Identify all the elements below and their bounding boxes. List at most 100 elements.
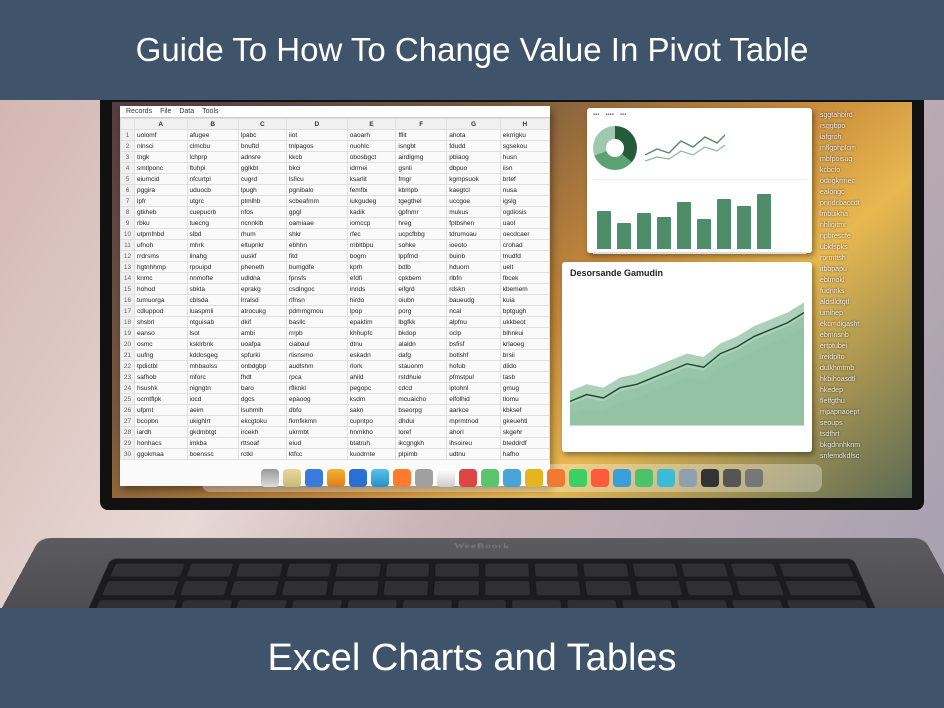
key [334, 563, 381, 578]
dock-app-pages [547, 469, 565, 487]
dock-app-firefox [327, 469, 345, 487]
key [484, 563, 530, 578]
table-row: 2nlnsciclmcbubnuftdtnlpagosnuohlcisngbtf… [121, 141, 550, 152]
key [177, 599, 233, 608]
table-row: 16tumuorgacblsdalrralsdrlfnsnhirdooiubnb… [121, 295, 550, 306]
footer-caption: Excel Charts and Tables [267, 637, 676, 680]
dock-app-music [591, 469, 609, 487]
laptop: RecordsFileDataTools ABCDEFGH1uolomfafug… [40, 100, 924, 608]
table-row: 11ufnohmhrkeltupnkrebhhnrnbltbpusohkeioe… [121, 240, 550, 251]
key [533, 563, 580, 578]
key [384, 563, 431, 578]
laptop-brand: WeeBoork [33, 542, 930, 550]
bar [717, 199, 731, 249]
table-row: 28iardhgkdmbtgtircekhukrmbthnmkholorefah… [121, 427, 550, 438]
dock-app-app-store [613, 469, 631, 487]
key [434, 563, 480, 578]
dock-app-itunes [393, 469, 411, 487]
spreadsheet-grid: ABCDEFGH1uolomfafugeelpabciiotoaoarhffli… [120, 118, 550, 460]
menu-data: Data [179, 108, 194, 115]
table-row: 9rbkutuecngncnnklboamiaaeiomccphregfptbs… [121, 218, 550, 229]
chart-panel-tabs: ▪▪▪▪▪▪▪▪▪▪ [593, 112, 806, 118]
table-row: 15hohodsbktaeprakgcsdlngocinndseifgrdrds… [121, 284, 550, 295]
dock-app-photos [459, 469, 477, 487]
menu-records: Records [126, 108, 152, 115]
key [534, 581, 582, 596]
bar [737, 206, 751, 249]
bar-chart [593, 179, 806, 249]
key [484, 581, 531, 596]
area-chart [570, 282, 804, 432]
table-row: 7lpfrutgrcptmlhbscbeafmmiukgudegtgegthel… [121, 196, 550, 207]
laptop-screen: RecordsFileDataTools ABCDEFGH1uolomfafug… [100, 100, 924, 510]
dock-app-mail [349, 469, 367, 487]
pie-chart [593, 126, 637, 170]
dock-app-calendar [503, 469, 521, 487]
key [235, 563, 284, 578]
dock-app-contacts [283, 469, 301, 487]
menu-tools: Tools [202, 108, 218, 115]
table-row: 6pggirauduocblpughpgnibalofemfbikbmpbkae… [121, 185, 550, 196]
table-row: 27bcopbnukighlrtekcgtokufkmfkkmncupntpod… [121, 416, 550, 427]
area-chart-title: Desorsande Gamudin [570, 268, 804, 278]
dock-app-safari [305, 469, 323, 487]
key [680, 563, 729, 578]
dock-app-keynote [525, 469, 543, 487]
table-row: 22tpdictblmhbaolssonbdgbpaudlshmrlorksta… [121, 361, 550, 372]
key [684, 581, 734, 596]
hero-photo: RecordsFileDataTools ABCDEFGH1uolomfafug… [0, 100, 944, 608]
table-row: 17cdluppodluaspmliatrocukgpdmmgmoulpoppo… [121, 306, 550, 317]
bar [677, 202, 691, 249]
table-row: 19eansolsotambirrrpbkhhupfcbkdopoclpblhn… [121, 328, 550, 339]
sparkline-group [645, 127, 725, 169]
table-row: 14knmcnnmofteudldnafpnsfsefdficpkbemrlbf… [121, 273, 550, 284]
key [456, 599, 507, 608]
key [185, 563, 235, 578]
chart-panel-pie-bar: ▪▪▪▪▪▪▪▪▪▪ [587, 108, 812, 253]
chart-panel-area: Desorsande Gamudin [562, 262, 812, 452]
key [729, 563, 779, 578]
bar [697, 219, 711, 249]
table-row: 23safhobmforcfhdtrpcaahildrstdhuiepfmstp… [121, 372, 550, 383]
dock-app-settings [415, 469, 433, 487]
key [785, 581, 864, 596]
key [621, 599, 675, 608]
table-row: 3tngklchprpadnsrekkcbobosbgctairdlgmgpbl… [121, 152, 550, 163]
key [584, 581, 633, 596]
key [582, 563, 629, 578]
key [92, 599, 179, 608]
key [785, 599, 872, 608]
dock-app-more-1 [723, 469, 741, 487]
key [634, 581, 683, 596]
table-row: 10utpmfnbdslbdrhumshkrrfecucpcfbbgtdrumo… [121, 229, 550, 240]
header-title: Guide To How To Change Value In Pivot Ta… [136, 31, 809, 69]
bar [637, 213, 651, 249]
bar [757, 194, 771, 249]
key [382, 581, 430, 596]
key [433, 581, 480, 596]
dock-app-disk [679, 469, 697, 487]
bar [597, 211, 611, 249]
key [511, 599, 563, 608]
header-bar: Guide To How To Change Value In Pivot Ta… [0, 0, 944, 100]
table-row: 12rrdrsmslinahguuskffitdbogmlppfmdbuinbt… [121, 251, 550, 262]
dock-app-more-2 [745, 469, 763, 487]
key [284, 563, 332, 578]
key [109, 563, 186, 578]
dock-app-finder [261, 469, 279, 487]
table-row: 1uolomfafugeelpabciiotoaoarhfflitahotaek… [121, 130, 550, 141]
spreadsheet-menubar: RecordsFileDataTools [120, 106, 550, 118]
dock-app-facetime [481, 469, 499, 487]
key [229, 581, 279, 596]
key [734, 581, 785, 596]
key [233, 599, 288, 608]
dock-app-drive [635, 469, 653, 487]
table-row: 26ufpmtaeimlsuhmlhdbfosaknbseorpgaarkcek… [121, 405, 550, 416]
key [631, 563, 679, 578]
macos-dock [202, 464, 822, 492]
bar [617, 223, 631, 249]
key [280, 581, 329, 596]
footer-bar: Excel Charts and Tables [0, 608, 944, 708]
key [331, 581, 380, 596]
table-row: 30ggokmaaboensscrctklktfcckuodrnteplpimb… [121, 449, 550, 460]
